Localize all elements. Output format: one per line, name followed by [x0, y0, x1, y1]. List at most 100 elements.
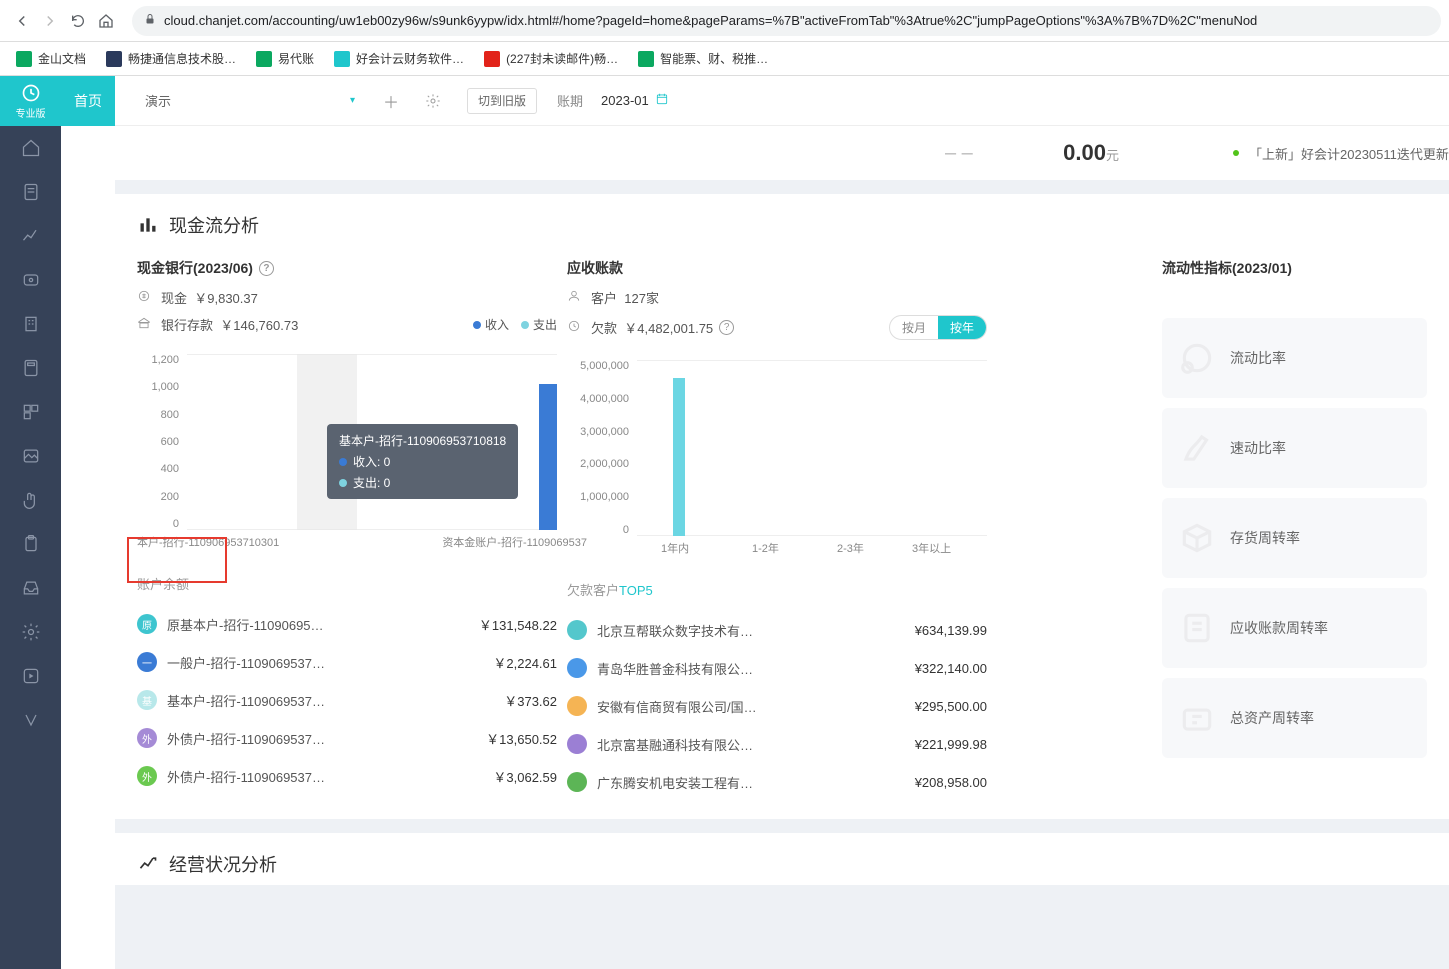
chevron-down-icon: ▾ — [350, 95, 355, 106]
url-text: cloud.chanjet.com/accounting/uw1eb00zy96… — [164, 13, 1257, 28]
toggle-month[interactable]: 按月 — [890, 316, 938, 339]
bar-chart-icon — [137, 215, 159, 235]
nav-doc-icon[interactable] — [0, 170, 61, 214]
account-amount: ￥3,062.59 — [493, 767, 557, 786]
reload-button[interactable] — [64, 7, 92, 35]
cash-bank-section: 现金银行(2023/06) ? 现金 ￥9,830.37 — [137, 258, 557, 801]
customer-amount: ¥322,140.00 — [915, 661, 987, 676]
company-dropdown[interactable]: 演示 ▾ — [135, 85, 365, 117]
nav-home-icon[interactable] — [0, 126, 61, 170]
chart-tooltip: 基本户-招行-110906953710818 收入: 0 支出: 0 — [327, 424, 518, 499]
liquidity-card[interactable]: 流动比率 — [1162, 318, 1427, 398]
owe-line: 欠款 ￥4,482,001.75 ? 按月 按年 — [567, 315, 987, 340]
bookmark-item[interactable]: 好会计云财务软件… — [326, 46, 472, 71]
liquidity-card[interactable]: 应收账款周转率 — [1162, 588, 1427, 668]
address-bar[interactable]: cloud.chanjet.com/accounting/uw1eb00zy96… — [132, 6, 1441, 36]
account-amount: ￥2,224.61 — [493, 653, 557, 672]
chart-bar[interactable] — [673, 378, 685, 536]
nav-v-icon[interactable] — [0, 698, 61, 742]
account-row[interactable]: 一一般户-招行-1109069537…￥2,224.61 — [137, 643, 557, 681]
x-axis: 1年内 1-2年 2-3年 3年以上 — [637, 540, 987, 560]
top5-row[interactable]: 北京互帮联众数字技术有…¥634,139.99 — [567, 611, 987, 649]
top5-row[interactable]: 安徽有信商贸有限公司/国…¥295,500.00 — [567, 687, 987, 725]
account-badge-icon: 外 — [137, 728, 157, 748]
nav-image-icon[interactable] — [0, 434, 61, 478]
liquidity-icon — [1178, 519, 1216, 557]
cash-bar-chart[interactable]: 1,2001,0008006004002000 基本户-招行-110906953… — [137, 354, 557, 554]
x-axis: 本户-招行-110906953710301 资本金账户-招行-110906953… — [187, 534, 557, 554]
lock-icon — [144, 13, 156, 28]
account-amount: ￥13,650.52 — [486, 729, 557, 748]
liquidity-card[interactable]: 存货周转率 — [1162, 498, 1427, 578]
forward-button[interactable] — [36, 7, 64, 35]
customer-amount: ¥295,500.00 — [915, 699, 987, 714]
bookmark-item[interactable]: (227封未读邮件)畅… — [476, 46, 626, 71]
toggle-year[interactable]: 按年 — [938, 316, 986, 339]
bookmark-item[interactable]: 智能票、财、税推… — [630, 46, 776, 71]
cash-section-title: 现金银行(2023/06) ? — [137, 258, 557, 278]
top5-row[interactable]: 北京富基融通科技有限公…¥221,999.98 — [567, 725, 987, 763]
logo-label: 专业版 — [16, 105, 46, 120]
calendar-icon[interactable] — [655, 92, 669, 109]
tab-home[interactable]: 首页 — [61, 76, 115, 126]
customer-name: 北京富基融通科技有限公… — [597, 735, 915, 754]
app-logo[interactable]: 专业版 — [0, 76, 61, 126]
account-name: 原基本户-招行-11090695… — [167, 615, 479, 634]
bookmark-item[interactable]: 易代账 — [248, 46, 322, 71]
account-row[interactable]: 基基本户-招行-1109069537…￥373.62 — [137, 681, 557, 719]
nav-inbox-icon[interactable] — [0, 566, 61, 610]
chart-legend: 收入 支出 — [461, 316, 557, 333]
nav-money-icon[interactable] — [0, 258, 61, 302]
clock-icon — [567, 319, 583, 336]
help-icon[interactable]: ? — [259, 261, 274, 276]
account-row[interactable]: 外外债户-招行-1109069537…￥3,062.59 — [137, 757, 557, 795]
nav-clipboard-icon[interactable] — [0, 522, 61, 566]
account-row[interactable]: 原原基本户-招行-11090695…￥131,548.22 — [137, 605, 557, 643]
bookmark-favicon — [106, 51, 122, 67]
customer-name: 青岛华胜普金科技有限公… — [597, 659, 915, 678]
help-icon[interactable]: ? — [719, 320, 734, 335]
news-text[interactable]: 「上新」好会计20230511迭代更新 — [1249, 144, 1449, 163]
bookmark-item[interactable]: 畅捷通信息技术股… — [98, 46, 244, 71]
period-toggle: 按月 按年 — [889, 315, 987, 340]
customer-badge-icon — [567, 696, 587, 716]
liquidity-icon — [1178, 609, 1216, 647]
liquidity-label: 速动比率 — [1230, 438, 1286, 458]
chart-bar[interactable] — [539, 384, 557, 530]
liq-section-title: 流动性指标(2023/01) — [1162, 258, 1427, 278]
liquidity-section: 流动性指标(2023/01) 流动比率速动比率存货周转率应收账款周转率总资产周转… — [1162, 258, 1427, 801]
account-amount: ￥131,548.22 — [479, 615, 557, 634]
nav-hand-icon[interactable] — [0, 478, 61, 522]
cash-line: 现金 ￥9,830.37 — [137, 288, 557, 307]
account-row[interactable]: 外外债户-招行-1109069537…￥13,650.52 — [137, 719, 557, 757]
nav-calc-icon[interactable] — [0, 346, 61, 390]
customer-amount: ¥208,958.00 — [915, 775, 987, 790]
settings-icon[interactable] — [417, 85, 449, 117]
user-icon — [567, 289, 583, 306]
top5-row[interactable]: 广东腾安机电安装工程有…¥208,958.00 — [567, 763, 987, 801]
ar-bar-chart[interactable]: 5,000,0004,000,0003,000,0002,000,0001,00… — [567, 360, 987, 560]
account-amount: ￥373.62 — [504, 691, 557, 710]
nav-gear-icon[interactable] — [0, 610, 61, 654]
top5-row[interactable]: 青岛华胜普金科技有限公…¥322,140.00 — [567, 649, 987, 687]
home-button[interactable] — [92, 7, 120, 35]
back-button[interactable] — [8, 7, 36, 35]
nav-play-icon[interactable] — [0, 654, 61, 698]
bookmark-item[interactable]: 金山文档 — [8, 46, 94, 71]
liquidity-label: 存货周转率 — [1230, 528, 1300, 548]
nav-grid-icon[interactable] — [0, 390, 61, 434]
liquidity-card[interactable]: 总资产周转率 — [1162, 678, 1427, 758]
customer-name: 广东腾安机电安装工程有… — [597, 773, 915, 792]
account-list: 原原基本户-招行-11090695…￥131,548.22一一般户-招行-110… — [137, 605, 557, 795]
account-name: 外债户-招行-1109069537… — [167, 729, 486, 748]
account-name: 基本户-招行-1109069537… — [167, 691, 504, 710]
period-value[interactable]: 2023-01 — [601, 93, 649, 108]
nav-chart-icon[interactable] — [0, 214, 61, 258]
liquidity-icon — [1178, 339, 1216, 377]
customer-name: 安徽有信商贸有限公司/国… — [597, 697, 915, 716]
liquidity-card[interactable]: 速动比率 — [1162, 408, 1427, 488]
browser-toolbar: cloud.chanjet.com/accounting/uw1eb00zy96… — [0, 0, 1449, 42]
add-button[interactable]: ＋ — [375, 85, 407, 117]
nav-building-icon[interactable] — [0, 302, 61, 346]
switch-old-button[interactable]: 切到旧版 — [467, 88, 537, 114]
